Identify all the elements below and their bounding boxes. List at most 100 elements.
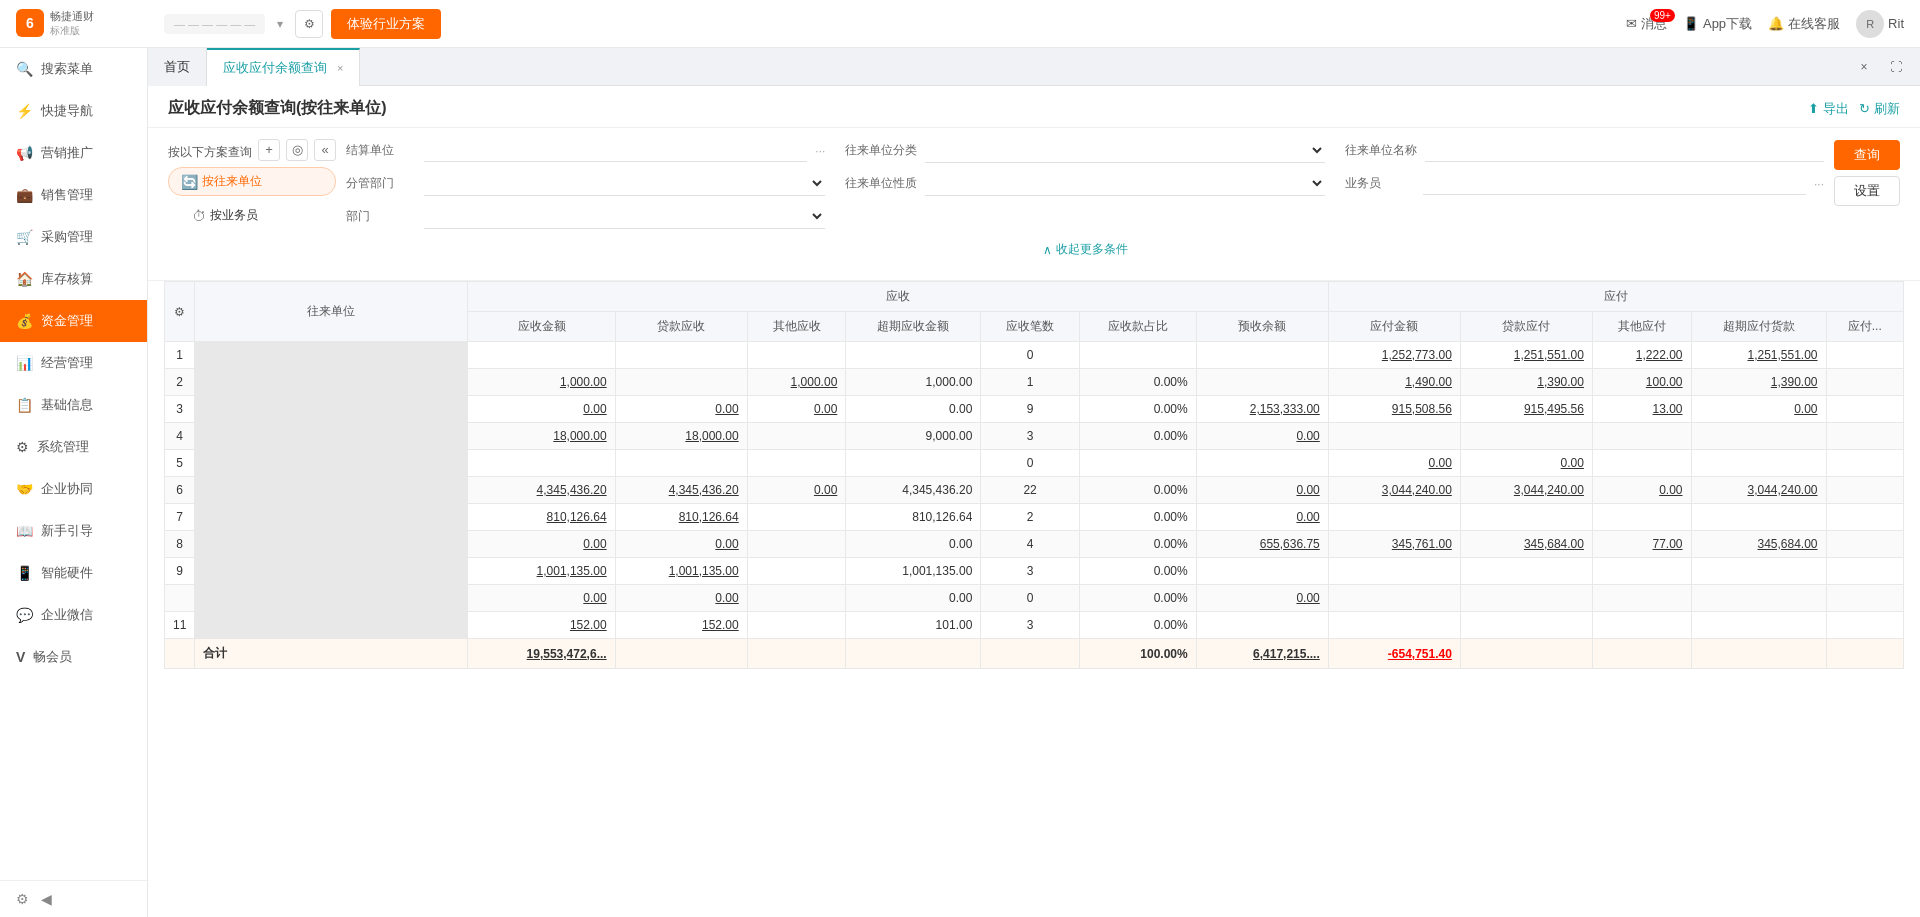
table-cell[interactable]: 0.00 bbox=[1196, 477, 1328, 504]
unit-category-select[interactable] bbox=[925, 138, 1324, 163]
table-cell[interactable] bbox=[1196, 450, 1328, 477]
table-cell[interactable]: 77.00 bbox=[1592, 531, 1691, 558]
table-cell[interactable]: 18,000.00 bbox=[615, 423, 747, 450]
table-cell[interactable]: 0.00 bbox=[468, 531, 615, 558]
table-cell[interactable]: 345,684.00 bbox=[1691, 531, 1826, 558]
tab-close-icon[interactable]: × bbox=[337, 62, 343, 74]
table-cell[interactable] bbox=[615, 342, 747, 369]
table-cell[interactable]: 810,126.64 bbox=[615, 504, 747, 531]
table-cell[interactable] bbox=[1691, 450, 1826, 477]
tab-query[interactable]: 应收应付余额查询 × bbox=[207, 48, 360, 86]
window-fullscreen-btn[interactable]: ⛶ bbox=[1884, 55, 1908, 79]
table-cell[interactable] bbox=[747, 558, 846, 585]
table-cell[interactable] bbox=[747, 423, 846, 450]
table-cell[interactable]: 3,044,240.00 bbox=[1460, 477, 1592, 504]
table-cell[interactable]: 1,001,135.00 bbox=[615, 558, 747, 585]
sidebar-item-basicinfo[interactable]: 📋 基础信息 bbox=[0, 384, 147, 426]
table-cell[interactable]: 13.00 bbox=[1592, 396, 1691, 423]
table-cell[interactable] bbox=[1460, 585, 1592, 612]
table-cell[interactable]: 0.00 bbox=[747, 477, 846, 504]
table-cell[interactable] bbox=[747, 504, 846, 531]
table-cell[interactable] bbox=[1196, 369, 1328, 396]
table-cell[interactable] bbox=[1592, 504, 1691, 531]
scheme-by-unit[interactable]: 🔄 按往来单位 bbox=[168, 167, 336, 196]
table-cell[interactable] bbox=[1328, 504, 1460, 531]
table-cell[interactable] bbox=[1328, 558, 1460, 585]
table-cell[interactable] bbox=[1592, 423, 1691, 450]
table-cell[interactable]: 0.00 bbox=[615, 585, 747, 612]
table-cell[interactable]: 655,636.75 bbox=[1196, 531, 1328, 558]
nav-gear-btn[interactable]: ⚙ bbox=[295, 10, 323, 38]
table-cell[interactable] bbox=[747, 531, 846, 558]
dept-manager-select[interactable] bbox=[424, 171, 825, 196]
table-cell[interactable]: 0.00 bbox=[468, 396, 615, 423]
table-cell[interactable]: 345,761.00 bbox=[1328, 531, 1460, 558]
sidebar-item-sales[interactable]: 💼 销售管理 bbox=[0, 174, 147, 216]
scheme-collapse-btn[interactable]: « bbox=[314, 139, 336, 161]
sidebar-item-collab[interactable]: 🤝 企业协同 bbox=[0, 468, 147, 510]
scheme-by-staff[interactable]: ⏱ 按业务员 bbox=[168, 202, 336, 229]
sidebar-item-finance[interactable]: 💰 资金管理 bbox=[0, 300, 147, 342]
sidebar-item-wechat[interactable]: 💬 企业微信 bbox=[0, 594, 147, 636]
table-cell[interactable]: 0.00 bbox=[1196, 585, 1328, 612]
sidebar-item-guide[interactable]: 📖 新手引导 bbox=[0, 510, 147, 552]
table-cell[interactable] bbox=[1196, 558, 1328, 585]
table-cell[interactable]: 1,390.00 bbox=[1460, 369, 1592, 396]
table-cell[interactable]: 0.00 bbox=[1460, 450, 1592, 477]
table-cell[interactable]: 4,345,436.20 bbox=[468, 477, 615, 504]
app-download-btn[interactable]: 📱 App下载 bbox=[1683, 15, 1752, 33]
table-cell[interactable] bbox=[1460, 558, 1592, 585]
settlement-unit-picker-icon[interactable]: ··· bbox=[815, 144, 825, 158]
table-cell[interactable]: 810,126.64 bbox=[468, 504, 615, 531]
messages-btn[interactable]: ✉ 消息 99+ bbox=[1626, 15, 1667, 33]
table-cell[interactable] bbox=[1592, 585, 1691, 612]
table-cell[interactable] bbox=[1691, 558, 1826, 585]
table-cell[interactable]: 1,001,135.00 bbox=[468, 558, 615, 585]
table-cell[interactable]: 915,495.56 bbox=[1460, 396, 1592, 423]
unit-name-input[interactable] bbox=[1425, 139, 1824, 162]
sidebar-item-quicknav[interactable]: ⚡ 快捷导航 bbox=[0, 90, 147, 132]
table-cell[interactable] bbox=[1460, 423, 1592, 450]
query-button[interactable]: 查询 bbox=[1834, 140, 1900, 170]
footer-rec-amount[interactable]: 19,553,472,6... bbox=[468, 639, 615, 669]
table-cell[interactable] bbox=[1328, 423, 1460, 450]
table-cell[interactable] bbox=[1460, 612, 1592, 639]
table-cell[interactable]: 3,044,240.00 bbox=[1328, 477, 1460, 504]
table-cell[interactable] bbox=[1691, 423, 1826, 450]
sidebar-item-member[interactable]: V 畅会员 bbox=[0, 636, 147, 678]
table-cell[interactable] bbox=[1460, 504, 1592, 531]
table-cell[interactable] bbox=[1196, 342, 1328, 369]
table-cell[interactable] bbox=[468, 450, 615, 477]
table-cell[interactable]: 0.00 bbox=[1196, 504, 1328, 531]
tab-home[interactable]: 首页 bbox=[148, 48, 207, 86]
table-cell[interactable]: 0.00 bbox=[747, 396, 846, 423]
table-cell[interactable]: 1,000.00 bbox=[468, 369, 615, 396]
table-cell[interactable]: 915,508.56 bbox=[1328, 396, 1460, 423]
table-cell[interactable] bbox=[1196, 612, 1328, 639]
table-cell[interactable] bbox=[1691, 504, 1826, 531]
table-cell[interactable]: 152.00 bbox=[468, 612, 615, 639]
collapse-filter-btn[interactable]: ∧ 收起更多条件 bbox=[1043, 241, 1128, 258]
window-close-btn[interactable]: × bbox=[1852, 55, 1876, 79]
col-settings-header[interactable]: ⚙ bbox=[165, 282, 195, 342]
table-cell[interactable]: 0.00 bbox=[1691, 396, 1826, 423]
table-cell[interactable]: 0.00 bbox=[468, 585, 615, 612]
settlement-unit-input[interactable] bbox=[424, 139, 807, 162]
sidebar-item-purchase[interactable]: 🛒 采购管理 bbox=[0, 216, 147, 258]
table-cell[interactable] bbox=[747, 612, 846, 639]
table-cell[interactable] bbox=[468, 342, 615, 369]
table-cell[interactable] bbox=[747, 585, 846, 612]
online-service-btn[interactable]: 🔔 在线客服 bbox=[1768, 15, 1840, 33]
table-cell[interactable]: 0.00 bbox=[1196, 423, 1328, 450]
table-cell[interactable] bbox=[747, 342, 846, 369]
table-cell[interactable]: 1,490.00 bbox=[1328, 369, 1460, 396]
scheme-add-btn[interactable]: + bbox=[258, 139, 280, 161]
salesperson-input[interactable] bbox=[1423, 172, 1806, 195]
export-button[interactable]: ⬆ 导出 bbox=[1808, 100, 1849, 118]
table-cell[interactable]: 2,153,333.00 bbox=[1196, 396, 1328, 423]
table-cell[interactable] bbox=[615, 369, 747, 396]
table-cell[interactable] bbox=[1592, 450, 1691, 477]
table-cell[interactable]: 1,000.00 bbox=[747, 369, 846, 396]
table-cell[interactable] bbox=[1328, 585, 1460, 612]
table-cell[interactable] bbox=[1592, 558, 1691, 585]
